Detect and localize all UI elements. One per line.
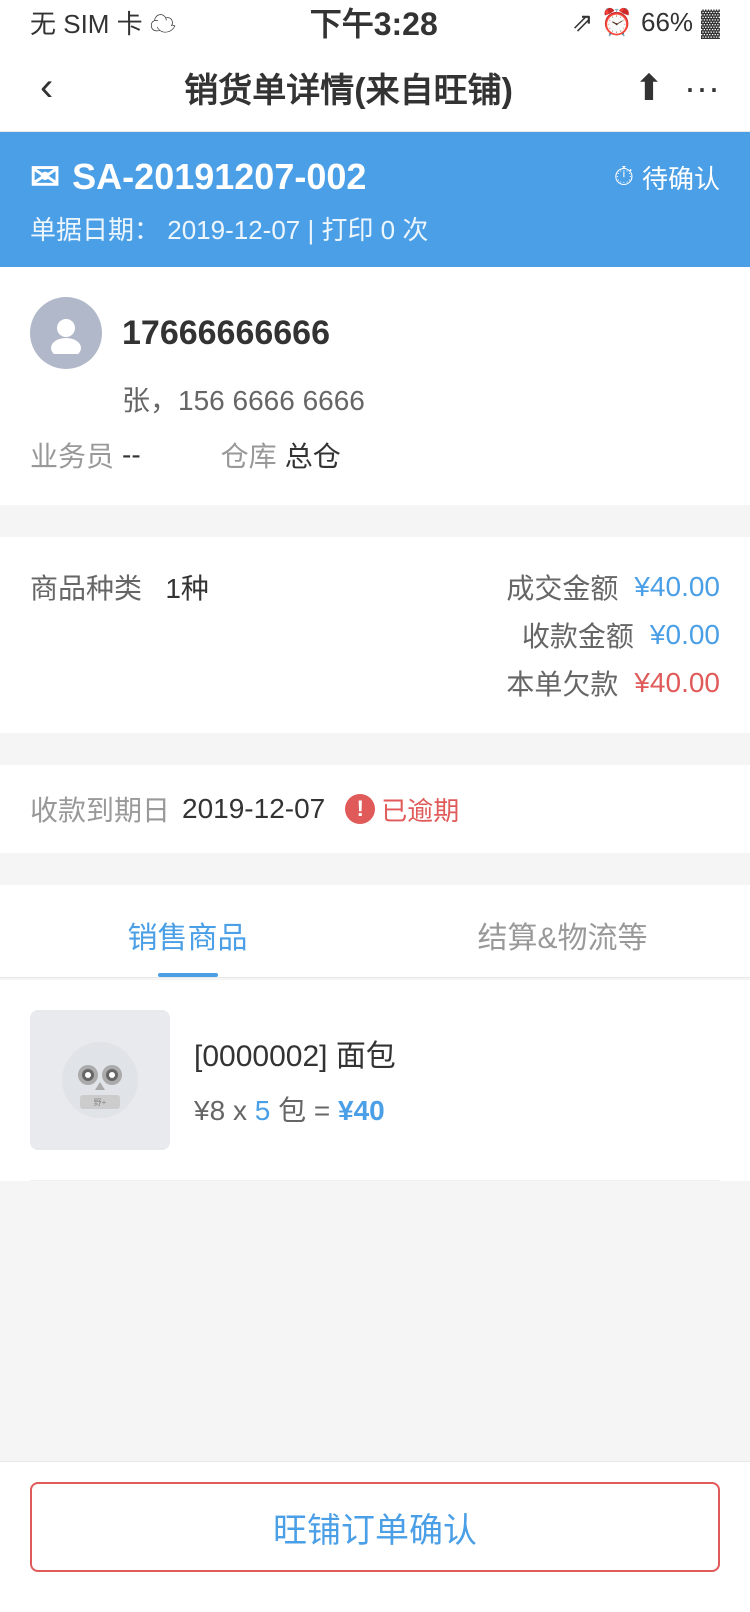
product-info: [0000002] 面包 ¥8 x 5 包 = ¥40	[194, 1031, 720, 1129]
equals-sign: =	[314, 1095, 338, 1126]
tab-sales-products[interactable]: 销售商品	[0, 885, 375, 977]
received-amount-row: 收款金额 ¥0.00	[522, 615, 720, 655]
product-name-text: 面包	[336, 1040, 396, 1073]
order-date-label: 单据日期：	[30, 215, 160, 245]
debt-amount-value: ¥40.00	[634, 667, 720, 699]
product-type-value: 1种	[165, 573, 209, 604]
product-type-row: 商品种类 1种	[30, 567, 209, 607]
due-date-label: 收款到期日	[30, 789, 170, 829]
customer-phone: 17666666666	[122, 314, 330, 353]
order-icon: ✉	[30, 156, 60, 198]
status-right: ⇗ ⏰ 66% ▓	[572, 7, 720, 38]
overdue-text: 已逾期	[381, 791, 459, 828]
order-print-info: | 打印 0 次	[307, 215, 428, 245]
price-multiply: x	[233, 1095, 255, 1126]
quantity-value: 5	[255, 1095, 271, 1126]
customer-detail: 张，156 6666 6666	[30, 379, 720, 419]
deal-amount-value: ¥40.00	[634, 571, 720, 603]
product-item: 野+ [0000002] 面包 ¥8 x 5 包 = ¥40	[30, 980, 720, 1181]
order-date-value: 2019-12-07	[167, 215, 300, 245]
product-type-label: 商品种类	[30, 573, 142, 604]
warehouse-value: 总仓	[285, 435, 341, 475]
customer-avatar	[30, 297, 102, 369]
overdue-badge: ! 已逾期	[345, 791, 459, 828]
product-thumb-image: 野+	[30, 1010, 170, 1150]
received-amount-value: ¥0.00	[650, 619, 720, 651]
battery-level: 66%	[641, 7, 693, 38]
customer-meta: 业务员 -- 仓库 总仓	[30, 435, 720, 475]
bottom-area: 旺铺订单确认	[0, 1461, 750, 1612]
overdue-icon: !	[345, 794, 375, 824]
confirm-button[interactable]: 旺铺订单确认	[30, 1482, 720, 1572]
sim-status: 无 SIM 卡 ☁	[30, 4, 176, 41]
price-value: ¥8	[194, 1095, 225, 1126]
product-list: 野+ [0000002] 面包 ¥8 x 5 包 = ¥40	[0, 980, 750, 1181]
warehouse-item: 仓库 总仓	[221, 435, 341, 475]
tabs-container: 销售商品 结算&物流等	[0, 885, 750, 978]
nav-bar: ‹ 销货单详情(来自旺铺) ⬆ ···	[0, 44, 750, 132]
product-thumbnail: 野+	[30, 1010, 170, 1150]
divider-2	[0, 749, 750, 765]
status-left: 无 SIM 卡 ☁	[30, 4, 176, 41]
share-icon[interactable]: ⬆	[634, 67, 664, 109]
status-bar: 无 SIM 卡 ☁ 下午3:28 ⇗ ⏰ 66% ▓	[0, 0, 750, 44]
unit-value: 包	[278, 1095, 306, 1126]
tab-settlement-label: 结算&物流等	[477, 922, 647, 955]
received-amount-label: 收款金额	[522, 615, 634, 655]
customer-section: 17666666666 张，156 6666 6666 业务员 -- 仓库 总仓	[0, 267, 750, 505]
confirm-button-label: 旺铺订单确认	[273, 1503, 477, 1552]
more-icon[interactable]: ···	[684, 67, 720, 109]
status-clock-icon: ⏱	[614, 161, 634, 193]
back-button[interactable]: ‹	[30, 55, 63, 120]
total-value: ¥40	[338, 1095, 385, 1126]
order-id-row: ✉ SA-20191207-002 ⏱ 待确认	[30, 156, 720, 198]
salesperson-label: 业务员	[30, 435, 114, 475]
deal-amount-label: 成交金额	[506, 567, 618, 607]
status-time: 下午3:28	[310, 0, 438, 45]
battery-indicator: ▓	[701, 7, 720, 38]
salesperson-value: --	[122, 439, 141, 471]
tab-sales-label: 销售商品	[128, 922, 248, 955]
content-area	[0, 1181, 750, 1461]
order-header: ✉ SA-20191207-002 ⏱ 待确认 单据日期： 2019-12-07…	[0, 132, 750, 267]
summary-right: 成交金额 ¥40.00 收款金额 ¥0.00 本单欠款 ¥40.00	[506, 567, 720, 703]
customer-row: 17666666666	[30, 297, 720, 369]
due-date-section: 收款到期日 2019-12-07 ! 已逾期	[0, 765, 750, 853]
warehouse-label: 仓库	[221, 435, 277, 475]
order-status-text: 待确认	[642, 159, 720, 196]
summary-section: 商品种类 1种 成交金额 ¥40.00 收款金额 ¥0.00 本单欠款 ¥40.…	[0, 537, 750, 733]
due-date-value: 2019-12-07	[182, 793, 325, 825]
tab-settlement[interactable]: 结算&物流等	[375, 885, 750, 977]
order-date: 单据日期： 2019-12-07 | 打印 0 次	[30, 210, 720, 247]
page-title: 销货单详情(来自旺铺)	[184, 63, 513, 112]
summary-left: 商品种类 1种	[30, 567, 209, 607]
order-id-text: SA-20191207-002	[72, 156, 366, 198]
deal-amount-row: 成交金额 ¥40.00	[506, 567, 720, 607]
order-status: ⏱ 待确认	[614, 159, 720, 196]
order-id: ✉ SA-20191207-002	[30, 156, 366, 198]
debt-amount-row: 本单欠款 ¥40.00	[506, 663, 720, 703]
divider-3	[0, 869, 750, 885]
nav-actions: ⬆ ···	[634, 67, 720, 109]
product-name: [0000002] 面包	[194, 1031, 720, 1075]
divider-1	[0, 521, 750, 537]
product-price: ¥8 x 5 包 = ¥40	[194, 1089, 720, 1129]
salesperson-item: 业务员 --	[30, 435, 141, 475]
battery-icon: ⇗ ⏰	[572, 7, 633, 38]
product-code: [0000002]	[194, 1040, 327, 1073]
svg-text:野+: 野+	[94, 1098, 107, 1107]
debt-amount-label: 本单欠款	[506, 663, 618, 703]
